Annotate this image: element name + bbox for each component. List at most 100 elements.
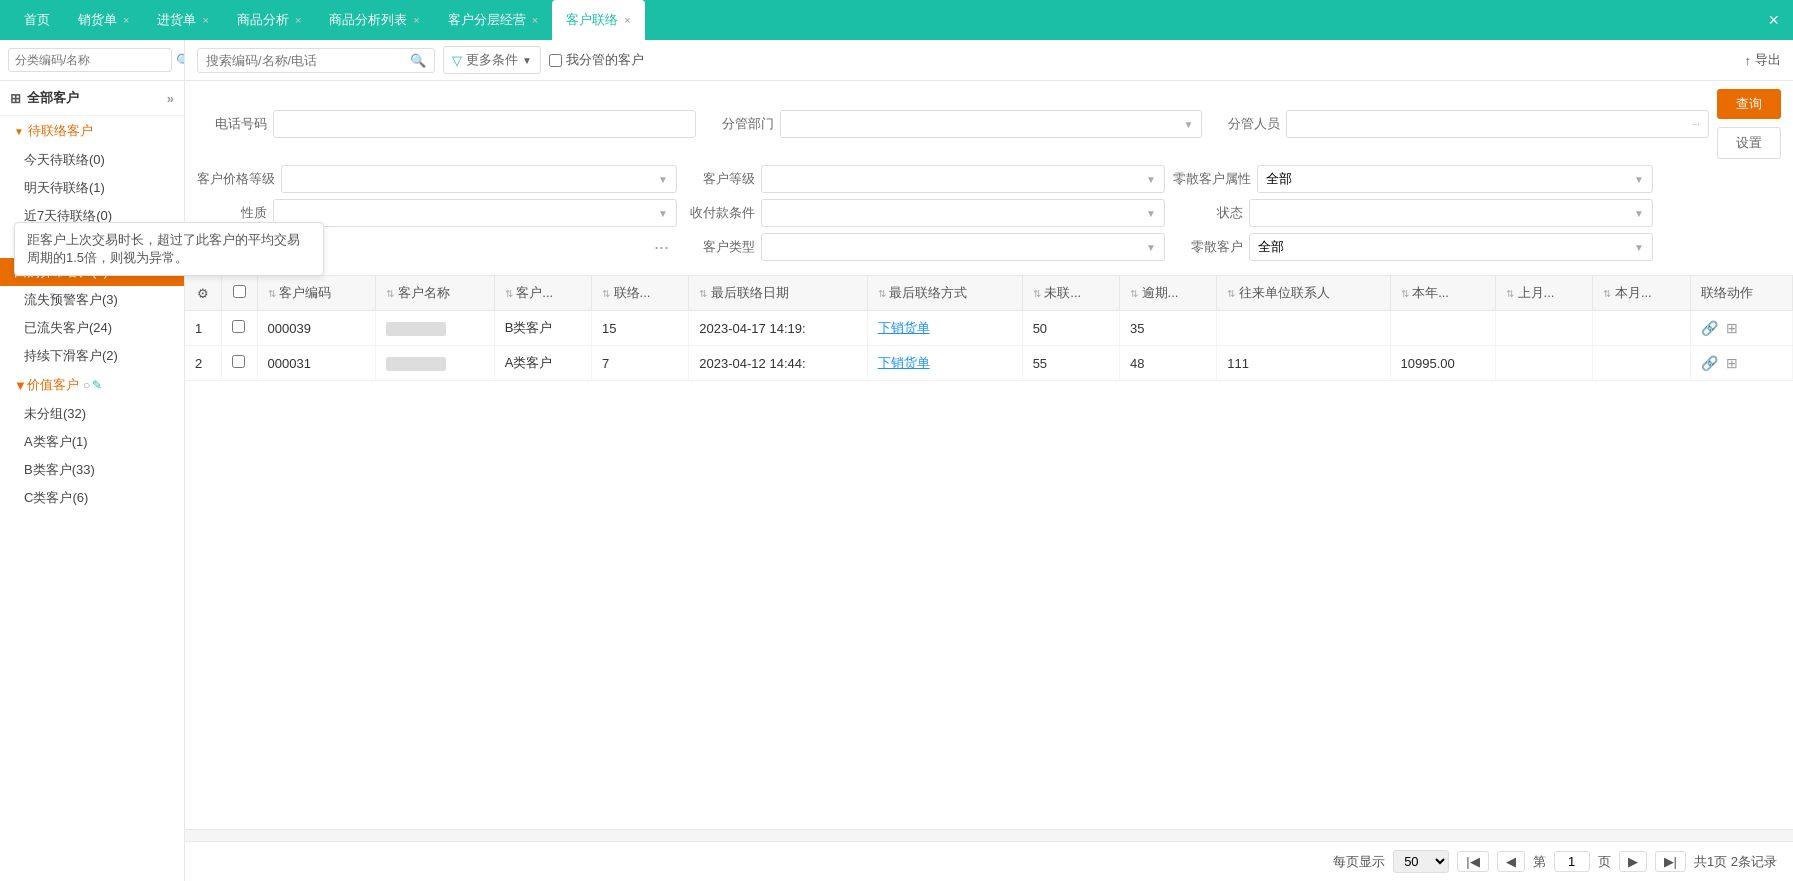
customer-table: ⚙ ⇅ 客户编码 ⇅ 客户名称 ⇅ bbox=[185, 276, 1793, 381]
select-all-checkbox[interactable] bbox=[233, 285, 246, 298]
sidebar-item-declining[interactable]: 持续下滑客户(2) bbox=[0, 342, 184, 370]
per-page-select[interactable]: 50 100 200 bbox=[1393, 850, 1449, 873]
sort-icon7: ⇅ bbox=[1033, 288, 1041, 299]
manager-select[interactable]: ··· bbox=[1286, 110, 1709, 138]
close-customer-contact-tab[interactable]: × bbox=[624, 14, 630, 26]
link-action-icon-1[interactable]: 🔗 bbox=[1701, 320, 1718, 336]
sidebar-item-class-a[interactable]: A类客户(1) bbox=[0, 428, 184, 456]
next-page-btn[interactable]: ▶ bbox=[1619, 851, 1647, 872]
sidebar-search-input[interactable] bbox=[8, 48, 172, 72]
customer-level-chevron-icon: ▼ bbox=[1146, 174, 1156, 185]
col-customer-code: ⇅ 客户编码 bbox=[257, 276, 376, 311]
advanced-filter-panel: 电话号码 分管部门 ▼ 分管人员 ··· bbox=[185, 81, 1793, 276]
filter-retail-attr: 零散客户属性 全部 ▼ bbox=[1173, 165, 1653, 193]
prev-page-btn[interactable]: ◀ bbox=[1497, 851, 1525, 872]
first-page-btn[interactable]: |◀ bbox=[1457, 851, 1488, 872]
contact-method-link-1[interactable]: 下销货单 bbox=[878, 320, 930, 335]
close-purchase-tab[interactable]: × bbox=[202, 14, 208, 26]
table-body: 1 000039 B类客户 15 2023-04-17 14:19: 下销货单 … bbox=[185, 311, 1793, 381]
collapse-arrow-icon[interactable]: » bbox=[167, 91, 174, 106]
sidebar-item-today[interactable]: 今天待联络(0) bbox=[0, 146, 184, 174]
cell-unlisted-2: 55 bbox=[1022, 346, 1119, 381]
contact-method-link-2[interactable]: 下销货单 bbox=[878, 355, 930, 370]
close-product-analysis-tab[interactable]: × bbox=[295, 14, 301, 26]
col-customer-type: ⇅ 客户... bbox=[494, 276, 591, 311]
nav-tab-customer-contact[interactable]: 客户联络 × bbox=[552, 0, 644, 40]
more-conditions-btn[interactable]: ▽ 更多条件 ▼ bbox=[443, 46, 541, 74]
search-input[interactable] bbox=[206, 53, 406, 68]
cell-lastmonth-2 bbox=[1495, 346, 1592, 381]
cell-curmonth-1 bbox=[1593, 311, 1690, 346]
sort-icon10: ⇅ bbox=[1401, 288, 1409, 299]
price-level-select[interactable]: ▼ bbox=[281, 165, 677, 193]
main-layout: 🔍 ⊞ 全部客户 » ▼ 待联络客户 今天待联络(0) 明天待联络(1) 近7天… bbox=[0, 40, 1793, 881]
department-select[interactable]: ▼ bbox=[780, 110, 1203, 138]
retail-customer-select[interactable]: 全部 ▼ bbox=[1249, 233, 1653, 261]
sort-icon2: ⇅ bbox=[386, 288, 394, 299]
sidebar-item-churned[interactable]: 已流失客户(24) bbox=[0, 314, 184, 342]
top-navigation: 首页 销货单 × 进货单 × 商品分析 × 商品分析列表 × 客户分层经营 × … bbox=[0, 0, 1793, 40]
table-scrollbar[interactable] bbox=[185, 829, 1793, 841]
cell-index-2: 2 bbox=[185, 346, 221, 381]
cell-year-2: 10995.00 bbox=[1390, 346, 1495, 381]
cell-unlisted-1: 50 bbox=[1022, 311, 1119, 346]
settings-button[interactable]: 设置 bbox=[1717, 127, 1781, 159]
phone-input[interactable] bbox=[273, 110, 696, 138]
row-checkbox-1[interactable] bbox=[232, 320, 245, 333]
customer-level-select[interactable]: ▼ bbox=[761, 165, 1165, 193]
sort-icon4: ⇅ bbox=[602, 288, 610, 299]
sidebar-item-class-c[interactable]: C类客户(6) bbox=[0, 484, 184, 512]
cell-index-1: 1 bbox=[185, 311, 221, 346]
query-button[interactable]: 查询 bbox=[1717, 89, 1781, 119]
last-page-btn[interactable]: ▶| bbox=[1655, 851, 1686, 872]
col-last-contact-date: ⇅ 最后联络日期 bbox=[689, 276, 867, 311]
nav-tab-product-analysis-list[interactable]: 商品分析列表 × bbox=[315, 0, 433, 40]
manager-ellipsis-icon: ··· bbox=[1692, 119, 1700, 130]
more-dots-icon[interactable]: ··· bbox=[654, 237, 669, 258]
nav-tab-home[interactable]: 首页 bbox=[10, 0, 64, 40]
sidebar-item-ungrouped[interactable]: 未分组(32) bbox=[0, 400, 184, 428]
nature-chevron-icon: ▼ bbox=[658, 208, 668, 219]
col-contact-count: ⇅ 联络... bbox=[591, 276, 688, 311]
col-partner-contact: ⇅ 往来单位联系人 bbox=[1217, 276, 1390, 311]
nav-tab-sales[interactable]: 销货单 × bbox=[64, 0, 143, 40]
close-product-list-tab[interactable]: × bbox=[413, 14, 419, 26]
cell-date-1: 2023-04-17 14:19: bbox=[689, 311, 867, 346]
sort-icon11: ⇅ bbox=[1506, 288, 1514, 299]
sidebar-search-icon[interactable]: 🔍 bbox=[176, 53, 185, 68]
cell-year-1 bbox=[1390, 311, 1495, 346]
close-all-tabs[interactable]: × bbox=[1768, 10, 1779, 31]
nav-tab-customer-tier[interactable]: 客户分层经营 × bbox=[434, 0, 552, 40]
grid-action-icon-2[interactable]: ⊞ bbox=[1726, 355, 1738, 371]
price-group-circle-icon: ○ bbox=[83, 378, 90, 392]
grid-action-icon-1[interactable]: ⊞ bbox=[1726, 320, 1738, 336]
nav-tab-product-analysis[interactable]: 商品分析 × bbox=[223, 0, 315, 40]
close-sales-tab[interactable]: × bbox=[123, 14, 129, 26]
link-action-icon-2[interactable]: 🔗 bbox=[1701, 355, 1718, 371]
col-current-year: ⇅ 本年... bbox=[1390, 276, 1495, 311]
export-btn[interactable]: ↑ 导出 bbox=[1745, 51, 1782, 69]
page-number-input[interactable] bbox=[1554, 851, 1590, 872]
cell-code-1: 000039 bbox=[257, 311, 376, 346]
cell-name-2 bbox=[376, 346, 495, 381]
sidebar-item-churn-warning[interactable]: 流失预警客户(3) bbox=[0, 286, 184, 314]
nav-tab-purchase[interactable]: 进货单 × bbox=[143, 0, 222, 40]
customer-type-select[interactable]: ▼ bbox=[761, 233, 1165, 261]
col-settings[interactable]: ⚙ bbox=[185, 276, 221, 311]
price-group-edit-icon[interactable]: ✎ bbox=[92, 378, 102, 392]
nature-select[interactable]: ▼ bbox=[273, 199, 677, 227]
payment-terms-select[interactable]: ▼ bbox=[761, 199, 1165, 227]
filter-manager: 分管人员 ··· bbox=[1210, 110, 1709, 138]
filter-payment-terms: 收付款条件 ▼ bbox=[685, 199, 1165, 227]
row-checkbox-2[interactable] bbox=[232, 355, 245, 368]
sidebar-all-customers-header[interactable]: ⊞ 全部客户 » bbox=[0, 81, 184, 116]
sidebar-item-tomorrow[interactable]: 明天待联络(1) bbox=[0, 174, 184, 202]
retail-attr-select[interactable]: 全部 ▼ bbox=[1257, 165, 1653, 193]
sidebar-price-group[interactable]: ▼ 价值客户 ○ ✎ bbox=[0, 370, 184, 400]
close-customer-tier-tab[interactable]: × bbox=[532, 14, 538, 26]
sidebar-item-class-b[interactable]: B类客户(33) bbox=[0, 456, 184, 484]
my-customer-checkbox[interactable] bbox=[549, 54, 562, 67]
sidebar-pending-group[interactable]: ▼ 待联络客户 bbox=[0, 116, 184, 146]
table-header: ⚙ ⇅ 客户编码 ⇅ 客户名称 ⇅ bbox=[185, 276, 1793, 311]
status-select[interactable]: ▼ bbox=[1249, 199, 1653, 227]
